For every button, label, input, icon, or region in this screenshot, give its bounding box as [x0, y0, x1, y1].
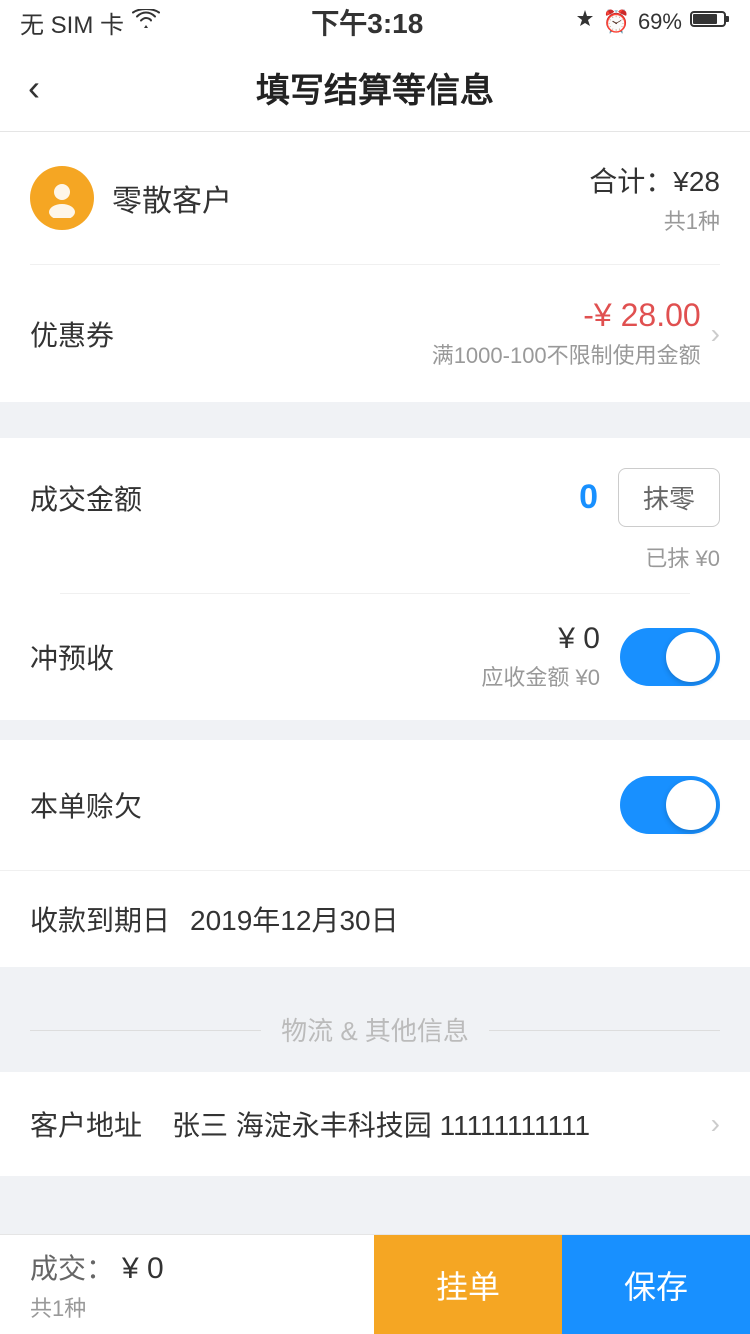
coupon-label: 优惠券 [30, 314, 114, 354]
round-off-button[interactable]: 抹零 [618, 468, 720, 527]
main-content: 零散客户 合计：¥28 共1种 优惠券 -¥ 28.00 满1000-100不限… [0, 132, 750, 1292]
customer-name: 零散客户 [112, 176, 232, 220]
section-separator-1 [0, 418, 750, 438]
bottom-deal-row: 成交： ¥ 0 [30, 1247, 344, 1287]
battery-icon [690, 9, 730, 35]
coupon-row[interactable]: 优惠券 -¥ 28.00 满1000-100不限制使用金额 › [0, 265, 750, 402]
bottom-summary: 成交： ¥ 0 共1种 [0, 1247, 374, 1323]
due-date-row: 收款到期日 2019年12月30日 [0, 870, 750, 967]
deal-section: 成交金额 0 抹零 已抹 ¥0 冲预收 ¥ 0 应收金额 ¥0 [0, 438, 750, 720]
section-separator-3 [0, 967, 750, 987]
wifi-icon [132, 9, 160, 35]
coupon-detail: -¥ 28.00 满1000-100不限制使用金额 [432, 297, 701, 370]
deal-amount-value: 0 [558, 478, 598, 517]
due-date-label: 收款到期日 [30, 899, 170, 939]
address-value: 张三 海淀永丰科技园 11111111111 [172, 1104, 711, 1144]
logistics-label: 物流 & 其他信息 [261, 1016, 489, 1046]
alarm-icon: ⏰ [603, 9, 630, 35]
customer-card: 零散客户 合计：¥28 共1种 优惠券 -¥ 28.00 满1000-100不限… [0, 132, 750, 402]
address-label: 客户地址 [30, 1104, 142, 1144]
customer-right: 合计：¥28 共1种 [589, 160, 720, 236]
hold-button[interactable]: 挂单 [374, 1235, 562, 1334]
location-icon [575, 9, 595, 35]
address-row[interactable]: 客户地址 张三 海淀永丰科技园 11111111111 › [0, 1072, 750, 1176]
debt-label: 本单赊欠 [30, 785, 142, 825]
status-time: 下午3:18 [311, 2, 423, 42]
battery-percent: 69% [638, 9, 682, 35]
sim-status: 无 SIM 卡 [20, 5, 124, 40]
prepay-main-amount: ¥ 0 [481, 622, 600, 656]
prepay-right: ¥ 0 应收金额 ¥0 [481, 622, 720, 692]
status-left: 无 SIM 卡 [20, 5, 160, 40]
debt-row: 本单赊欠 [0, 740, 750, 870]
debt-toggle[interactable] [620, 776, 720, 834]
status-bar: 无 SIM 卡 下午3:18 ⏰ 69% [0, 0, 750, 44]
deal-amount-sub: 已抹 ¥0 [30, 541, 720, 593]
save-button[interactable]: 保存 [562, 1235, 750, 1334]
nav-bar: ‹ 填写结算等信息 [0, 44, 750, 132]
due-date-value: 2019年12月30日 [190, 899, 399, 939]
bottom-deal-label: 成交： [30, 1247, 114, 1287]
status-right: ⏰ 69% [575, 9, 730, 35]
deal-amount-row: 成交金额 0 抹零 [30, 438, 720, 557]
prepay-label: 冲预收 [30, 637, 114, 677]
deal-amount-right: 0 抹零 [558, 468, 720, 527]
coupon-amount: -¥ 28.00 [432, 297, 701, 334]
prepay-amounts: ¥ 0 应收金额 ¥0 [481, 622, 600, 692]
customer-count: 共1种 [589, 204, 720, 236]
logistics-section-header: 物流 & 其他信息 [0, 987, 750, 1072]
prepay-row: 冲预收 ¥ 0 应收金额 ¥0 [30, 594, 720, 720]
address-card: 客户地址 张三 海淀永丰科技园 11111111111 › [0, 1072, 750, 1176]
prepay-toggle[interactable] [620, 628, 720, 686]
bottom-deal-amount: ¥ 0 [122, 1252, 164, 1286]
deal-amount-label: 成交金额 [30, 478, 142, 518]
coupon-right: -¥ 28.00 满1000-100不限制使用金额 › [432, 297, 720, 370]
customer-total: 合计：¥28 [589, 160, 720, 200]
customer-left: 零散客户 [30, 166, 232, 230]
back-button[interactable]: ‹ [28, 67, 40, 109]
customer-row: 零散客户 合计：¥28 共1种 [0, 132, 750, 264]
avatar [30, 166, 94, 230]
chevron-right-icon: › [711, 318, 720, 350]
section-separator-2 [0, 720, 750, 740]
page-title: 填写结算等信息 [256, 63, 494, 112]
debt-toggle-knob [666, 780, 716, 830]
address-chevron-icon: › [711, 1108, 720, 1140]
toggle-knob [666, 632, 716, 682]
bottom-count: 共1种 [30, 1291, 344, 1323]
prepay-sub-amount: 应收金额 ¥0 [481, 660, 600, 692]
coupon-desc: 满1000-100不限制使用金额 [432, 338, 701, 370]
bottom-bar: 成交： ¥ 0 共1种 挂单 保存 [0, 1234, 750, 1334]
